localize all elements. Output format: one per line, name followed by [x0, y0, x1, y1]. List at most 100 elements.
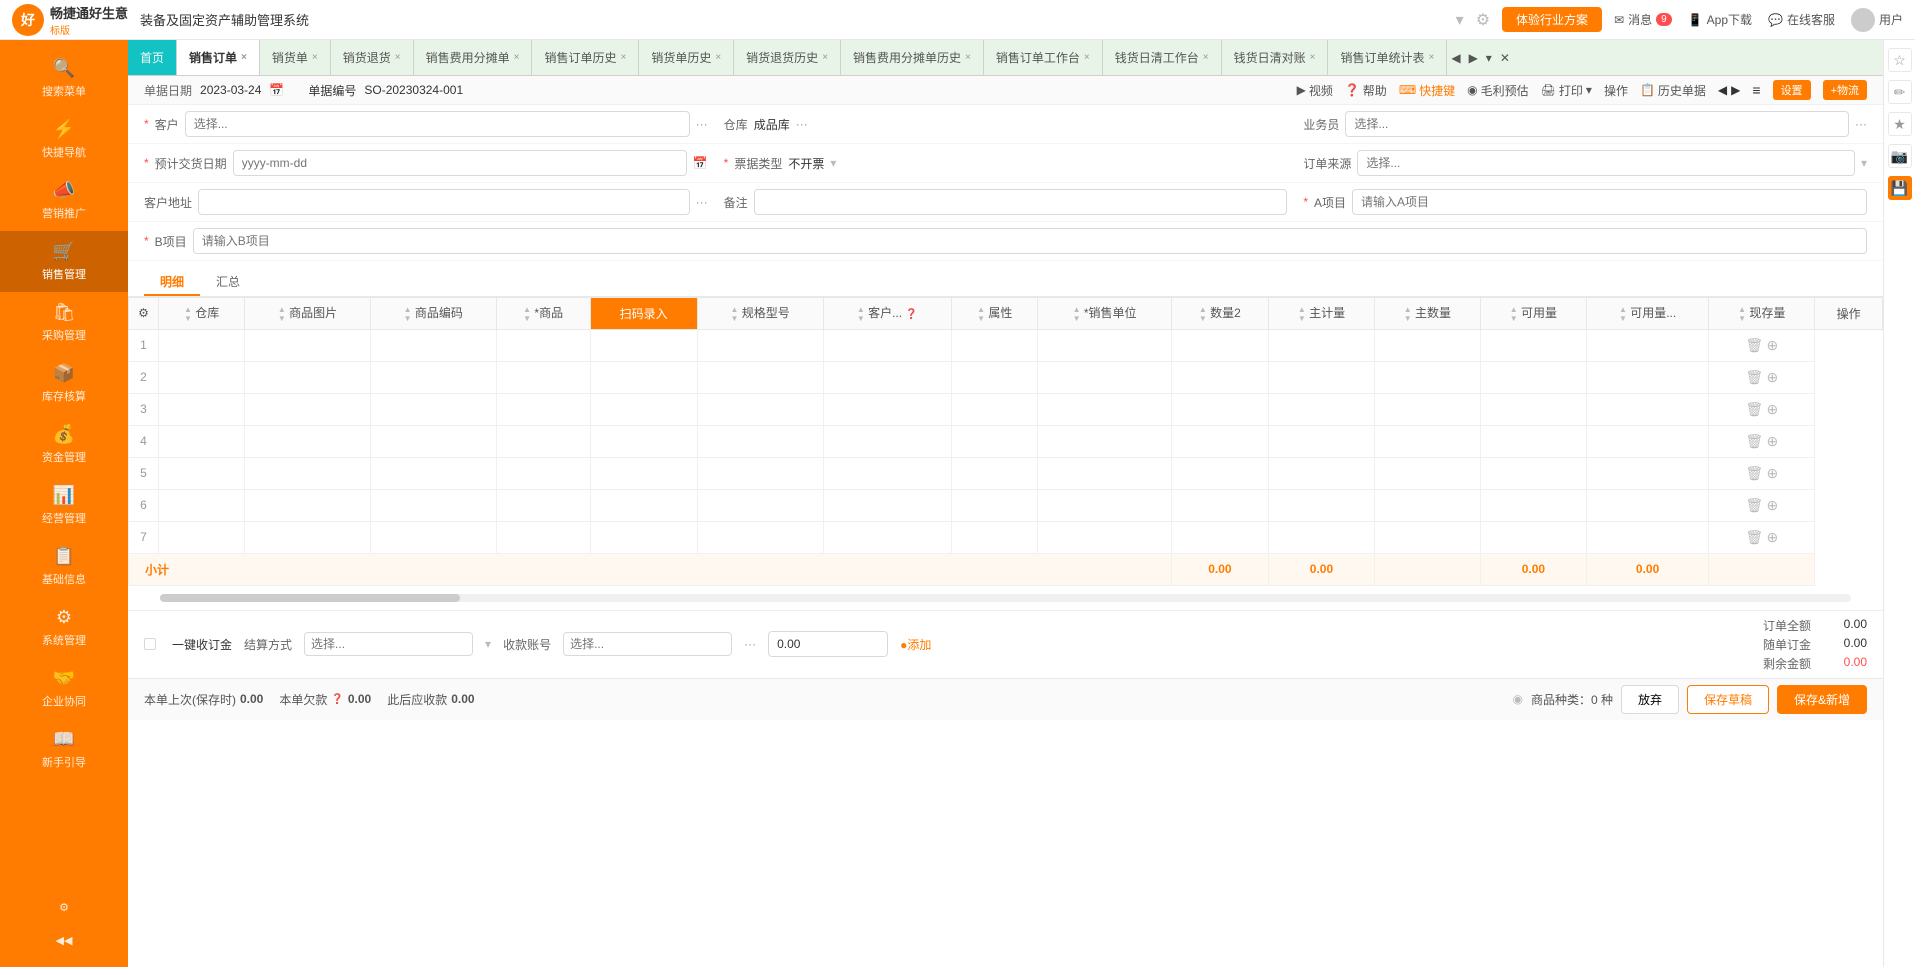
tab-home[interactable]: 首页: [128, 40, 177, 76]
table-cell[interactable]: [370, 425, 496, 457]
discard-btn[interactable]: 放弃: [1621, 685, 1679, 714]
table-cell[interactable]: [1171, 457, 1268, 489]
table-cell[interactable]: [1480, 425, 1586, 457]
table-cell[interactable]: [823, 329, 952, 361]
tab-sales-order-history[interactable]: 销售订单历史 ×: [532, 40, 639, 76]
table-cell[interactable]: [1374, 457, 1480, 489]
calendar-icon[interactable]: 📅: [269, 83, 284, 97]
tab-prev[interactable]: ◀: [1447, 40, 1464, 76]
prev-record[interactable]: ◀: [1718, 83, 1727, 97]
delete-row-btn[interactable]: 🗑: [1745, 369, 1763, 385]
delete-row-btn[interactable]: 🗑: [1745, 433, 1763, 449]
table-cell[interactable]: [1171, 425, 1268, 457]
sidebar-item-operation[interactable]: 📊 经营管理: [0, 475, 128, 536]
table-cell[interactable]: [1586, 361, 1708, 393]
table-cell[interactable]: [159, 425, 245, 457]
online-service-btn[interactable]: 💬 在线客服: [1768, 11, 1835, 28]
table-cell[interactable]: [1480, 361, 1586, 393]
th-customer[interactable]: ▲▼ 客户... ❓: [823, 298, 952, 330]
tab-next[interactable]: ▶: [1465, 40, 1482, 76]
account-more[interactable]: ···: [744, 637, 756, 651]
sidebar-collapse-btn[interactable]: ◀◀: [0, 924, 128, 957]
user-btn[interactable]: 用户: [1851, 8, 1903, 32]
delete-row-btn[interactable]: 🗑: [1745, 337, 1763, 353]
table-cell[interactable]: [697, 361, 823, 393]
table-cell[interactable]: [1480, 457, 1586, 489]
delete-row-btn[interactable]: 🗑: [1745, 529, 1763, 545]
scroll-track[interactable]: [160, 594, 1851, 602]
tab-close-sales-order-history[interactable]: ×: [620, 52, 626, 63]
one-key-checkbox[interactable]: [144, 638, 156, 650]
sidebar-item-quicknav[interactable]: ⚡ 快捷导航: [0, 109, 128, 170]
table-cell[interactable]: [1038, 521, 1171, 553]
table-cell[interactable]: [952, 393, 1038, 425]
copy-row-btn[interactable]: ⊕: [1766, 497, 1778, 513]
table-cell[interactable]: [159, 521, 245, 553]
table-cell[interactable]: [370, 489, 496, 521]
delete-row-btn[interactable]: 🗑: [1745, 465, 1763, 481]
tab-close-all[interactable]: ✕: [1496, 40, 1514, 76]
table-cell[interactable]: [952, 489, 1038, 521]
table-cell[interactable]: [496, 489, 590, 521]
table-cell[interactable]: [370, 393, 496, 425]
warehouse-more[interactable]: ···: [796, 117, 808, 131]
th-main-uom[interactable]: ▲▼ 主计量: [1268, 298, 1374, 330]
sidebar-item-system[interactable]: ⚙ 系统管理: [0, 597, 128, 658]
staff-input[interactable]: [1345, 111, 1849, 137]
table-cell[interactable]: [1038, 393, 1171, 425]
sidebar-item-newbie[interactable]: 📖 新手引导: [0, 719, 128, 780]
order-source-input[interactable]: [1357, 150, 1855, 176]
customer-input[interactable]: [185, 111, 690, 137]
credit-help[interactable]: ❓: [331, 694, 343, 705]
table-cell[interactable]: [1268, 329, 1374, 361]
tab-close-cash-reconcile[interactable]: ×: [1310, 52, 1316, 63]
table-cell[interactable]: [370, 521, 496, 553]
th-current[interactable]: ▲▼ 现存量: [1709, 298, 1815, 330]
quick-settings-btn[interactable]: 设置: [1773, 80, 1811, 100]
tab-sales-fee-history[interactable]: 销售费用分摊单历史 ×: [841, 40, 984, 76]
table-cell[interactable]: [1586, 393, 1708, 425]
tab-sales-return[interactable]: 销货退货 ×: [331, 40, 414, 76]
table-cell[interactable]: [1268, 489, 1374, 521]
settings-icon[interactable]: ⚙: [1476, 10, 1490, 30]
sidebar-settings-btn[interactable]: ⚙: [0, 891, 128, 924]
tab-sales-fee[interactable]: 销售费用分摊单 ×: [414, 40, 533, 76]
staff-more[interactable]: ···: [1855, 117, 1867, 131]
table-cell[interactable]: [1586, 329, 1708, 361]
table-cell[interactable]: [697, 457, 823, 489]
view-video-btn[interactable]: ▶ 视频: [1297, 82, 1333, 99]
tab-sales-slip-history[interactable]: 销货单历史 ×: [639, 40, 734, 76]
table-cell[interactable]: [590, 361, 697, 393]
table-cell[interactable]: [697, 393, 823, 425]
table-cell[interactable]: [245, 457, 371, 489]
sidebar-item-basic[interactable]: 📋 基础信息: [0, 536, 128, 597]
table-cell[interactable]: [1038, 489, 1171, 521]
delete-row-btn[interactable]: 🗑: [1745, 497, 1763, 513]
tab-close-sales-fee[interactable]: ×: [514, 52, 520, 63]
copy-row-btn[interactable]: ⊕: [1766, 337, 1778, 353]
table-cell[interactable]: [496, 361, 590, 393]
table-cell[interactable]: [370, 457, 496, 489]
tab-close-sales-slip[interactable]: ×: [312, 52, 318, 63]
copy-row-btn[interactable]: ⊕: [1766, 401, 1778, 417]
table-cell[interactable]: [823, 457, 952, 489]
th-product-code[interactable]: ▲▼ 商品编码: [370, 298, 496, 330]
table-cell[interactable]: [1480, 521, 1586, 553]
print-btn[interactable]: 🖨 打印 ▾: [1541, 82, 1592, 99]
delete-row-btn[interactable]: 🗑: [1745, 401, 1763, 417]
view-toggle[interactable]: ≡: [1752, 82, 1760, 98]
table-cell[interactable]: [1171, 329, 1268, 361]
tab-close-sales-slip-history[interactable]: ×: [715, 52, 721, 63]
copy-row-btn[interactable]: ⊕: [1766, 433, 1778, 449]
sidebar-item-marketing[interactable]: 📣 营销推广: [0, 170, 128, 231]
th-available[interactable]: ▲▼ 可用量: [1480, 298, 1586, 330]
settlement-dropdown[interactable]: ▾: [485, 637, 491, 651]
tab-cash-workbench[interactable]: 钱货日清工作台 ×: [1103, 40, 1222, 76]
table-cell[interactable]: [370, 361, 496, 393]
table-cell[interactable]: [590, 393, 697, 425]
table-cell[interactable]: [159, 393, 245, 425]
tab-sales-return-history[interactable]: 销货退货历史 ×: [734, 40, 841, 76]
table-cell[interactable]: [1586, 457, 1708, 489]
b-project-input[interactable]: [193, 228, 1867, 254]
table-cell[interactable]: [1268, 521, 1374, 553]
